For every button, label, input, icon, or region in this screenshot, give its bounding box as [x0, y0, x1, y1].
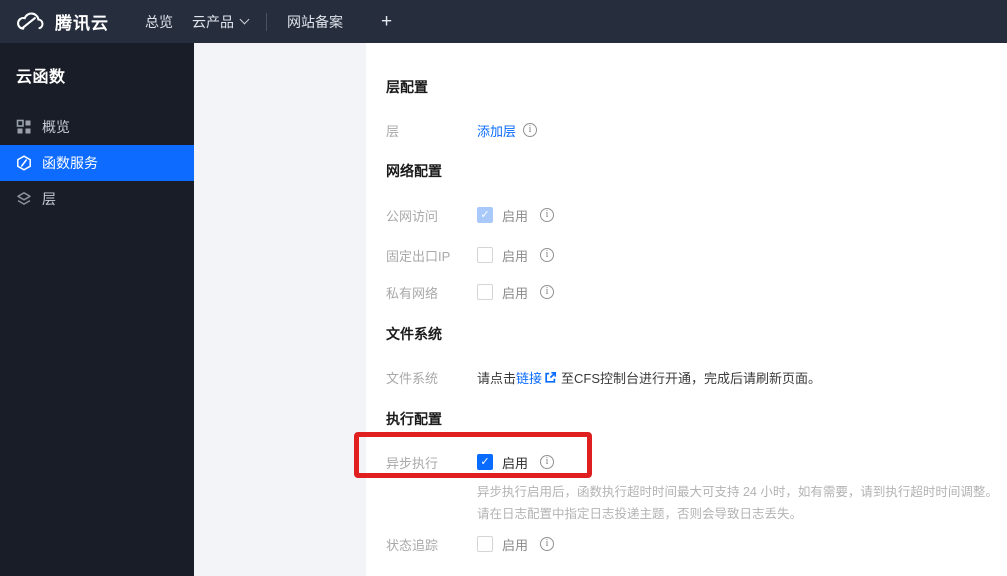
private-network-row: 私有网络 启用: [386, 280, 555, 304]
info-icon[interactable]: [540, 208, 555, 222]
section-title-layer-config: 层配置: [386, 79, 428, 95]
section-title-execution-config: 执行配置: [386, 411, 442, 427]
public-access-row: 公网访问 启用: [386, 203, 555, 227]
grid-icon: [16, 119, 31, 134]
async-execution-label: 异步执行: [386, 455, 439, 471]
async-help-line-2: 请在日志配置中指定日志投递主题，否则会导致日志丢失。: [477, 507, 803, 521]
section-title-network-config: 网络配置: [386, 163, 442, 179]
fixed-egress-ip-label: 固定出口IP: [386, 248, 451, 264]
filesystem-row: 文件系统 请点击 链接 至CFS控制台进行开通，完成后请刷新页面。: [386, 365, 821, 389]
topbar: 腾讯云 总览 云产品 网站备案 +: [0, 0, 1007, 43]
console-screen: 腾讯云 总览 云产品 网站备案 + 云函数 概览 函数服务 层 层配置 层 添加…: [0, 0, 1007, 576]
sidebar-menu: 概览 函数服务 层: [0, 109, 194, 217]
info-icon[interactable]: [540, 537, 555, 551]
sidebar-item-function-service-label: 函数服务: [42, 155, 98, 171]
enable-label: 启用: [502, 208, 529, 224]
enable-label: 启用: [502, 537, 529, 553]
sidebar-item-layers-label: 层: [42, 191, 56, 207]
filesystem-instruction: 请点击 链接 至CFS控制台进行开通，完成后请刷新页面。: [477, 368, 821, 387]
filesystem-text-after: 至CFS控制台进行开通，完成后请刷新页面。: [561, 370, 822, 386]
sidebar-item-overview-label: 概览: [42, 119, 70, 135]
filesystem-label: 文件系统: [386, 370, 439, 386]
async-execution-checkbox[interactable]: [477, 454, 493, 470]
tencent-cloud-logo: [17, 12, 44, 30]
content-left-strip: [194, 43, 366, 576]
async-execution-help-text: 异步执行启用后，函数执行超时时间最大可支持 24 小时，如有需要，请到执行超时时…: [477, 481, 998, 525]
info-icon[interactable]: [540, 248, 555, 262]
layer-label: 层: [386, 123, 400, 139]
sidebar-item-overview[interactable]: 概览: [0, 109, 194, 145]
topnav-icp-filing[interactable]: 网站备案: [287, 12, 343, 32]
fixed-egress-ip-checkbox[interactable]: [477, 247, 493, 263]
add-layer-link[interactable]: 添加层: [477, 121, 516, 140]
brand-name: 腾讯云: [55, 14, 109, 33]
info-icon[interactable]: [540, 455, 555, 469]
topnav-cloud-products[interactable]: 云产品: [192, 12, 250, 32]
function-service-icon: [17, 155, 31, 171]
tencent-cloud-brand[interactable]: 腾讯云: [14, 9, 109, 34]
info-icon[interactable]: [523, 123, 538, 137]
topnav-add-button[interactable]: +: [381, 11, 392, 33]
fixed-egress-ip-row: 固定出口IP 启用: [386, 243, 555, 267]
enable-label: 启用: [502, 455, 529, 471]
public-access-label: 公网访问: [386, 208, 439, 224]
sidebar-title: 云函数: [16, 69, 66, 86]
async-help-line-1: 异步执行启用后，函数执行超时时间最大可支持 24 小时，如有需要，请到执行超时时…: [477, 485, 998, 499]
topnav-overview[interactable]: 总览: [145, 12, 173, 32]
topnav-cloud-products-label: 云产品: [192, 13, 234, 30]
public-access-checkbox: [477, 207, 493, 223]
async-execution-row: 异步执行 启用: [386, 450, 555, 474]
status-tracking-row: 状态追踪 启用: [386, 532, 555, 556]
status-tracking-label: 状态追踪: [386, 537, 439, 553]
filesystem-text-before: 请点击: [477, 370, 517, 386]
topnav-divider: [266, 12, 267, 31]
info-icon[interactable]: [540, 285, 555, 299]
cfs-console-link[interactable]: 链接: [516, 368, 542, 387]
external-link-icon: [545, 371, 557, 383]
sidebar-item-function-service[interactable]: 函数服务: [0, 145, 194, 181]
sidebar: 云函数 概览 函数服务 层: [0, 43, 194, 576]
private-network-checkbox[interactable]: [477, 284, 493, 300]
enable-label: 启用: [502, 248, 529, 264]
sidebar-item-layers[interactable]: 层: [0, 181, 194, 217]
private-network-label: 私有网络: [386, 285, 439, 301]
chevron-down-icon: [239, 14, 250, 25]
layer-row: 层 添加层: [386, 118, 538, 142]
section-title-filesystem: 文件系统: [386, 326, 442, 342]
status-tracking-checkbox[interactable]: [477, 536, 493, 552]
enable-label: 启用: [502, 285, 529, 301]
layers-icon: [17, 192, 31, 205]
